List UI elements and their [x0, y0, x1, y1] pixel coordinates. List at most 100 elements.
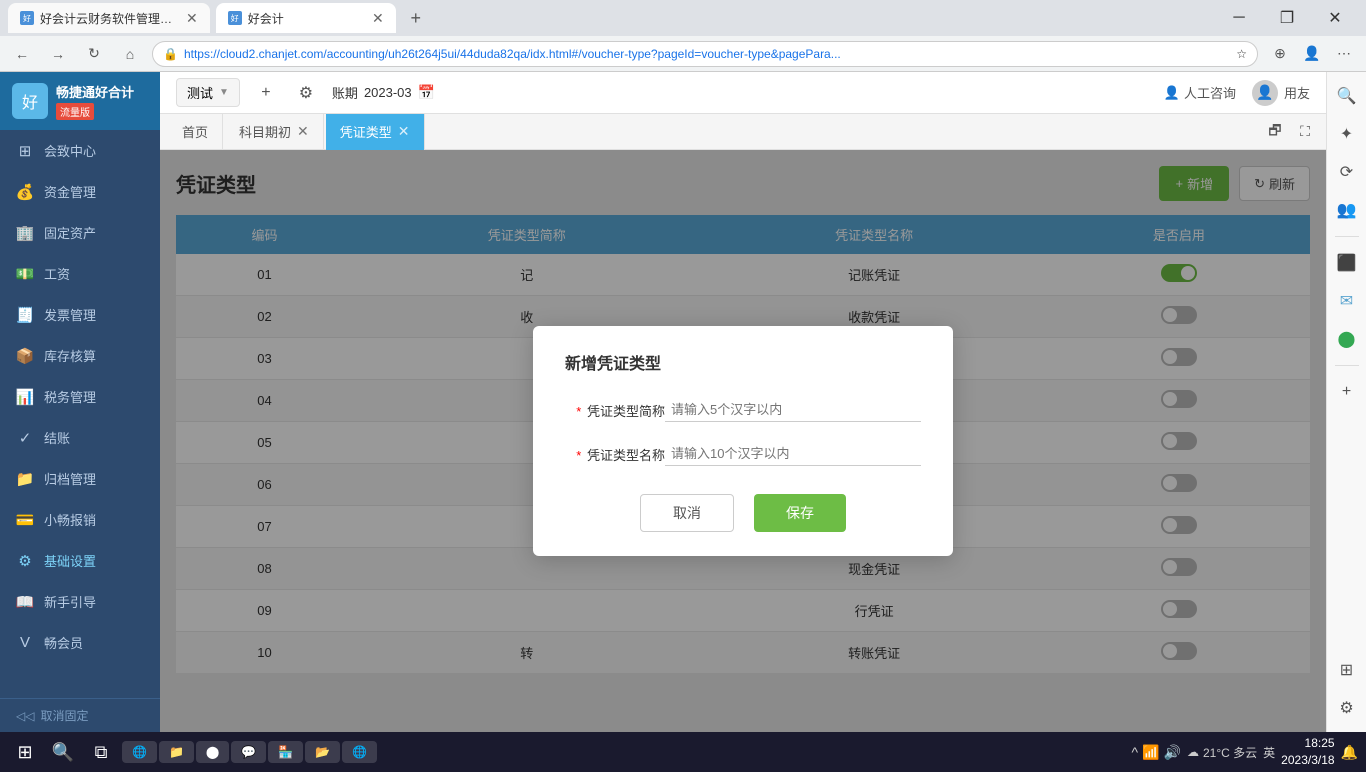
- volume-icon[interactable]: 🔊: [1164, 744, 1181, 761]
- maximize-button[interactable]: ❐: [1264, 3, 1310, 33]
- tab-subject-period[interactable]: 科目期初 ✕: [225, 114, 324, 150]
- sidebar-item-fixed-assets[interactable]: 🏢 固定资产: [0, 212, 160, 253]
- sidebar-item-member[interactable]: V 畅会员: [0, 622, 160, 663]
- right-chrome-icon[interactable]: ⬤: [1331, 323, 1363, 355]
- right-star-icon[interactable]: ✦: [1331, 118, 1363, 150]
- url-bar[interactable]: 🔒 https://cloud2.chanjet.com/accounting/…: [152, 41, 1258, 67]
- tab-voucher-type[interactable]: 凭证类型 ✕: [326, 114, 425, 150]
- user-label: 用友: [1284, 83, 1310, 102]
- tabs-bar: 首页 科目期初 ✕ 凭证类型 ✕ 🗗 ⛶: [160, 114, 1326, 150]
- settings-icon: ⚙: [16, 552, 34, 570]
- tab-home[interactable]: 首页: [168, 114, 223, 150]
- period-label: 账期: [332, 83, 358, 102]
- sidebar-item-invoice-label: 发票管理: [44, 305, 96, 324]
- taskbar-apps: 🌐 📁 ⬤ 💬 🏪 📂 🌐: [122, 741, 377, 763]
- edge-icon: 🌐: [132, 745, 147, 759]
- sidebar-item-guide[interactable]: 📖 新手引导: [0, 581, 160, 622]
- more-icon[interactable]: ⋯: [1330, 40, 1358, 68]
- wechat-icon: 💬: [241, 745, 256, 759]
- app-header: 测试 ▼ + ⚙ 账期 2023-03 📅 👤 人工咨询 👤 用友: [160, 72, 1326, 114]
- right-grid-icon[interactable]: ⊞: [1331, 654, 1363, 686]
- tab-voucher-type-label: 凭证类型: [340, 122, 392, 141]
- right-user-icon[interactable]: 👥: [1331, 194, 1363, 226]
- field-name-input[interactable]: [665, 442, 921, 466]
- new-tab-button[interactable]: +: [402, 4, 430, 32]
- sys-icons: ^ 📶 🔊: [1132, 744, 1181, 761]
- tab-voucher-type-close-icon[interactable]: ✕: [398, 123, 410, 140]
- modal-title: 新增凭证类型: [565, 350, 921, 374]
- notification-icon[interactable]: 🔔: [1341, 744, 1358, 761]
- dashboard-icon: ⊞: [16, 142, 34, 160]
- modal-actions: 取消 保存: [565, 494, 921, 532]
- right-outlook-icon[interactable]: ⬛: [1331, 247, 1363, 279]
- tax-icon: 📊: [16, 388, 34, 406]
- star-icon: ☆: [1236, 47, 1247, 61]
- unpin-label: 取消固定: [40, 707, 88, 724]
- close-button[interactable]: ✕: [1312, 3, 1358, 33]
- sidebar-item-fixed-assets-label: 固定资产: [44, 223, 96, 242]
- tab1-close-icon[interactable]: ✕: [186, 10, 198, 27]
- workspace-selector[interactable]: 测试 ▼: [176, 78, 240, 107]
- right-settings-icon[interactable]: ⚙: [1331, 692, 1363, 724]
- msedge-icon: 🌐: [352, 745, 367, 759]
- sidebar-logo: 好 畅捷通好合计 流量版: [0, 72, 160, 130]
- tab-subject-period-close-icon[interactable]: ✕: [297, 123, 309, 140]
- taskbar-explorer-app[interactable]: 📁: [159, 741, 194, 763]
- taskbar-chrome-app[interactable]: ⬤: [196, 741, 229, 763]
- date-display: 2023/3/18: [1281, 752, 1334, 769]
- sidebar-item-invoice[interactable]: 🧾 发票管理: [0, 294, 160, 335]
- profile-icon[interactable]: 👤: [1298, 40, 1326, 68]
- search-taskbar-button[interactable]: 🔍: [46, 735, 80, 769]
- sidebar-item-expense[interactable]: 💳 小畅报销: [0, 499, 160, 540]
- sidebar-item-dashboard-label: 会致中心: [44, 141, 96, 160]
- browser-tab-2[interactable]: 好 好会计 ✕: [216, 3, 396, 33]
- home-button[interactable]: ⌂: [116, 40, 144, 68]
- chevron-up-icon[interactable]: ^: [1132, 744, 1139, 760]
- tab-minimize-button[interactable]: 🗗: [1262, 119, 1288, 145]
- sidebar-item-capital[interactable]: 💰 资金管理: [0, 171, 160, 212]
- taskbar-msedge-app2[interactable]: 🌐: [342, 741, 377, 763]
- sidebar-item-tax[interactable]: 📊 税务管理: [0, 376, 160, 417]
- taskbar-store-app[interactable]: 🏪: [268, 741, 303, 763]
- right-history-icon[interactable]: ⟳: [1331, 156, 1363, 188]
- right-add-icon[interactable]: +: [1331, 376, 1363, 408]
- sidebar-item-archive-label: 归档管理: [44, 469, 96, 488]
- sidebar-item-inventory[interactable]: 📦 库存核算: [0, 335, 160, 376]
- sidebar: 好 畅捷通好合计 流量版 ⊞ 会致中心 💰 资金管理 🏢 固定资产 💵 工资 🧾…: [0, 72, 160, 732]
- tab2-close-icon[interactable]: ✕: [372, 10, 384, 27]
- minimize-button[interactable]: ─: [1216, 3, 1262, 33]
- right-panel-divider-2: [1335, 365, 1359, 366]
- field-abbr-input[interactable]: [665, 398, 921, 422]
- taskbar-wechat-app[interactable]: 💬: [231, 741, 266, 763]
- settings-header-button[interactable]: ⚙: [292, 79, 320, 107]
- user-area[interactable]: 👤 用友: [1252, 80, 1310, 106]
- sidebar-item-salary[interactable]: 💵 工资: [0, 253, 160, 294]
- right-email-icon[interactable]: ✉: [1331, 285, 1363, 317]
- cancel-button[interactable]: 取消: [640, 494, 734, 532]
- sidebar-item-archive[interactable]: 📁 归档管理: [0, 458, 160, 499]
- taskbar-edge-app[interactable]: 🌐: [122, 741, 157, 763]
- tab-expand-button[interactable]: ⛶: [1292, 119, 1318, 145]
- windows-start-button[interactable]: ⊞: [8, 735, 42, 769]
- taskbar-files-app[interactable]: 📂: [305, 741, 340, 763]
- taskview-button[interactable]: ⧉: [84, 735, 118, 769]
- consult-button[interactable]: 👤 人工咨询: [1164, 83, 1236, 102]
- sidebar-item-checkout[interactable]: ✓ 结账: [0, 417, 160, 458]
- sidebar-item-settings[interactable]: ⚙ 基础设置: [0, 540, 160, 581]
- sidebar-footer[interactable]: ◁◁ 取消固定: [0, 698, 160, 732]
- forward-button[interactable]: →: [44, 40, 72, 68]
- lock-icon: 🔒: [163, 47, 178, 61]
- sidebar-item-dashboard[interactable]: ⊞ 会致中心: [0, 130, 160, 171]
- browser-tab-1[interactable]: 好 好会计云财务软件管理系统_会计 ✕: [8, 3, 210, 33]
- toolbar-icons: ⊕ 👤 ⋯: [1266, 40, 1358, 68]
- lang-indicator: 英: [1263, 744, 1275, 761]
- back-button[interactable]: ←: [8, 40, 36, 68]
- extensions-icon[interactable]: ⊕: [1266, 40, 1294, 68]
- save-button[interactable]: 保存: [754, 494, 846, 532]
- right-search-icon[interactable]: 🔍: [1331, 80, 1363, 112]
- weather-icon: ☁: [1187, 745, 1199, 759]
- refresh-button[interactable]: ↻: [80, 40, 108, 68]
- sidebar-item-tax-label: 税务管理: [44, 387, 96, 406]
- add-workspace-button[interactable]: +: [252, 79, 280, 107]
- network-icon[interactable]: 📶: [1142, 744, 1159, 761]
